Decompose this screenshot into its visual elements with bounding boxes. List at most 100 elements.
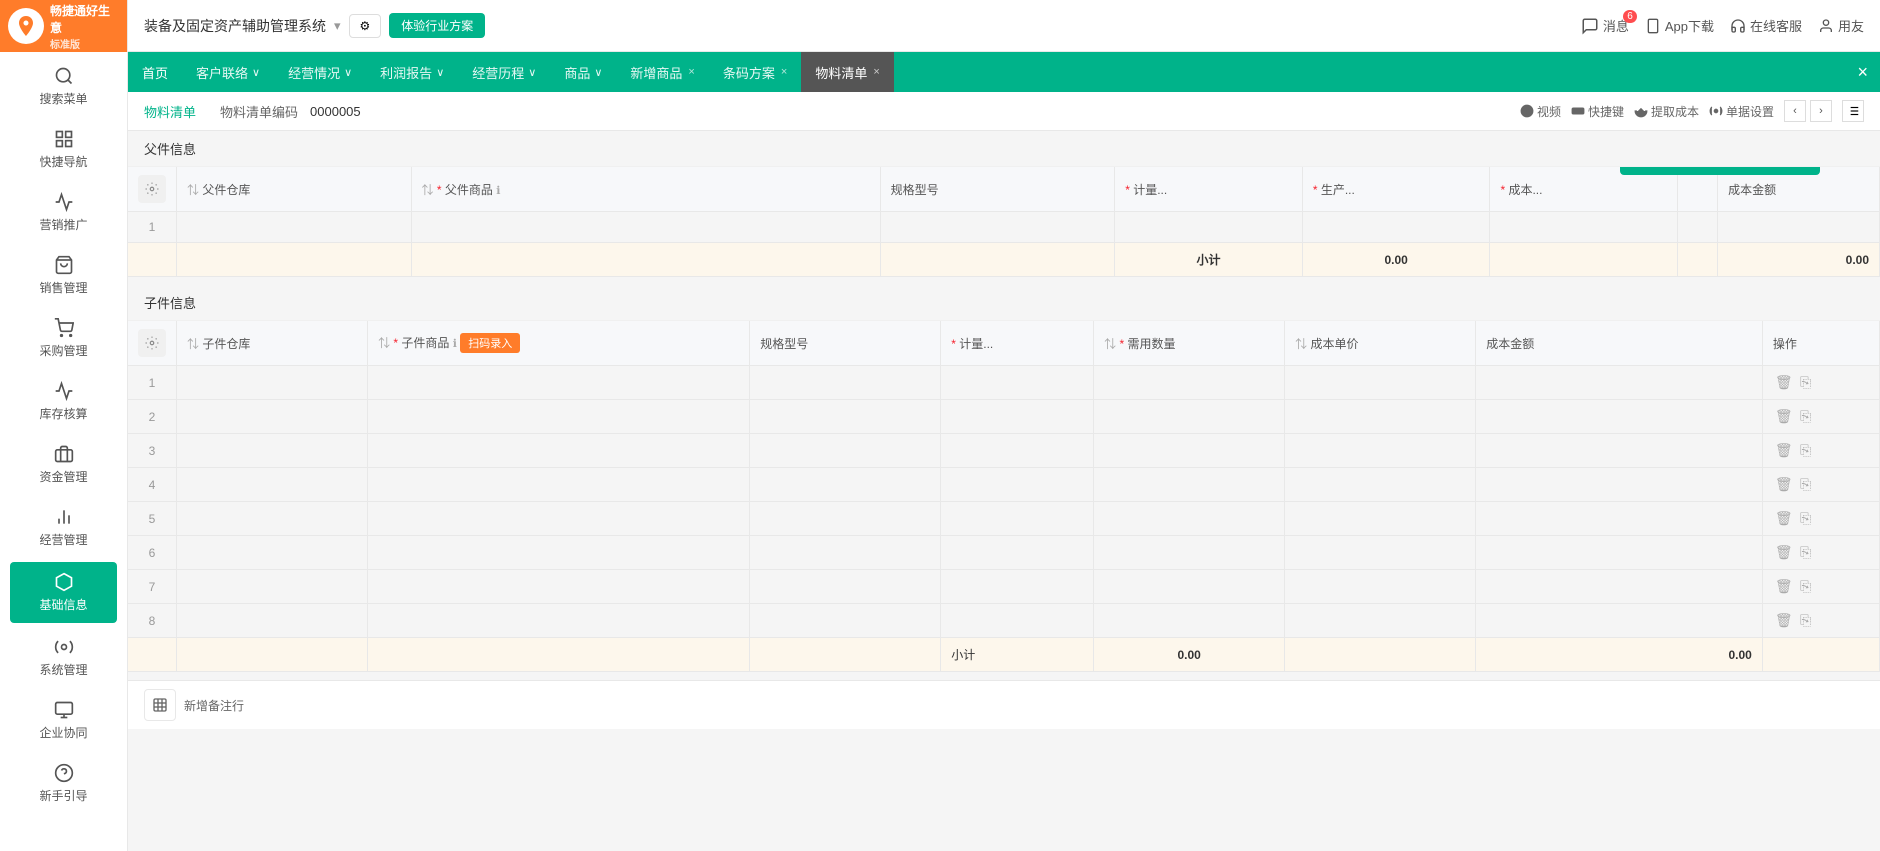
parent-col-settings-btn[interactable] [138,175,166,203]
messages-btn[interactable]: 消息 6 [1581,16,1629,35]
child-row-2-warehouse[interactable] [177,400,368,434]
copy-icon-7[interactable]: ⎘ [1800,578,1811,594]
child-col-qty: ⇅ * 需用数量 [1094,321,1285,366]
delete-icon-5[interactable]: 🗑 [1775,510,1793,526]
child-row-1-spec[interactable] [750,366,941,400]
child-row-2-unit[interactable] [941,400,1094,434]
tab-operations[interactable]: 经营情况 ∨ [274,52,366,92]
delete-icon-1[interactable]: 🗑 [1775,374,1793,390]
sidebar-purchase-label: 采购管理 [39,342,87,359]
tab-barcode[interactable]: 条码方案 × [709,52,801,92]
parent-section-title: 父件信息 [144,142,196,157]
next-btn[interactable]: › [1810,100,1832,122]
parent-subtotal-unit-total: 0.00 [1302,243,1490,277]
delete-icon-6[interactable]: 🗑 [1775,544,1793,560]
sidebar-item-inventory[interactable]: 库存核算 [4,371,123,432]
tab-customer[interactable]: 客户联络 ∨ [182,52,274,92]
sidebar-item-sales[interactable]: 销售管理 [4,245,123,306]
child-row-2-qty[interactable] [1094,400,1285,434]
sidebar-item-marketing[interactable]: 营销推广 [4,182,123,243]
parent-table: ⇅ 父件仓库 ⇅ * 父件商品 ℹ 规格型号 * [128,167,1880,277]
tab-new-goods[interactable]: 新增商品 × [616,52,708,92]
parent-table-row: 1 [128,212,1880,243]
trial-btn[interactable]: 体验行业方案 [389,13,485,38]
chevron-icon: ∨ [252,66,260,79]
child-row-3-goods[interactable] [368,434,750,468]
child-row-3-unit-cost[interactable] [1285,434,1476,468]
sidebar-finance-label: 资金管理 [39,468,87,485]
copy-icon-2[interactable]: ⎘ [1800,408,1811,424]
delete-icon-2[interactable]: 🗑 [1775,408,1793,424]
tab-bom[interactable]: 物料清单 × [801,52,893,92]
child-row-2-goods[interactable] [368,400,750,434]
copy-icon-4[interactable]: ⎘ [1800,476,1811,492]
close-bom-icon[interactable]: × [873,66,879,78]
scan-btn[interactable]: 扫码录入 [460,333,520,353]
parent-unit-cell[interactable] [1115,212,1303,243]
parent-subtotal-row: 小计 0.00 0.00 [128,243,1880,277]
child-row-1-unit[interactable] [941,366,1094,400]
delete-icon-3[interactable]: 🗑 [1775,442,1793,458]
tab-profit[interactable]: 利润报告 ∨ [366,52,458,92]
sidebar-item-system[interactable]: 系统管理 [4,627,123,688]
child-row-3-unit[interactable] [941,434,1094,468]
nav-close-all[interactable]: × [1845,62,1880,83]
child-row-3-qty[interactable] [1094,434,1285,468]
extract-cost-btn[interactable]: 提取成本 [1634,103,1699,120]
child-row-2-spec[interactable] [750,400,941,434]
parent-warehouse-cell[interactable] [177,212,412,243]
online-service-btn[interactable]: 在线客服 [1730,16,1802,35]
copy-icon-3[interactable]: ⎘ [1800,442,1811,458]
copy-icon-1[interactable]: ⎘ [1800,374,1811,390]
delete-icon-8[interactable]: 🗑 [1775,612,1793,628]
sidebar-item-enterprise[interactable]: 企业协同 [4,690,123,751]
info-icon: ℹ [496,185,500,197]
breadcrumb: 物料清单 物料清单编码 0000005 [144,102,361,121]
parent-spec-cell[interactable] [880,212,1115,243]
child-row-2-unit-cost[interactable] [1285,400,1476,434]
add-row-btn[interactable] [144,689,176,721]
close-barcode-icon[interactable]: × [781,66,787,78]
parent-goods-cell[interactable] [411,212,880,243]
sidebar-item-guide[interactable]: 新手引导 [4,753,123,814]
child-row-3-num: 3 [128,434,177,468]
chevron-down-icon[interactable]: ▾ [334,18,341,34]
child-row-3-warehouse[interactable] [177,434,368,468]
copy-icon-6[interactable]: ⎘ [1800,544,1811,560]
child-row-1-goods[interactable] [368,366,750,400]
sidebar-item-purchase[interactable]: 采购管理 [4,308,123,369]
child-col-warehouse: ⇅ 子件仓库 [177,321,368,366]
child-col-settings-btn[interactable] [138,329,166,357]
sidebar-item-finance[interactable]: 资金管理 [4,434,123,495]
parent-empty-cell [1678,212,1718,243]
tab-history[interactable]: 经营历程 ∨ [458,52,550,92]
video-btn[interactable]: 视频 [1520,103,1561,120]
child-row-1-qty[interactable] [1094,366,1285,400]
shortcuts-btn[interactable]: 快捷键 [1571,103,1624,120]
delete-icon-7[interactable]: 🗑 [1775,578,1793,594]
copy-icon-5[interactable]: ⎘ [1800,510,1811,526]
close-new-goods-icon[interactable]: × [688,66,694,78]
sidebar-item-search[interactable]: 搜索菜单 [4,56,123,117]
copy-icon-8[interactable]: ⎘ [1800,612,1811,628]
single-settings-btn[interactable]: 单据设置 [1709,103,1774,120]
parent-amount-cell [1718,212,1880,243]
child-row-1-unit-cost[interactable] [1285,366,1476,400]
tab-home[interactable]: 首页 [128,52,182,92]
child-row-3-spec[interactable] [750,434,941,468]
settings-btn[interactable]: ⚙ [349,14,382,38]
app-download-btn[interactable]: App下载 [1645,16,1714,35]
user-menu-btn[interactable]: 用友 [1818,16,1864,35]
child-table: ⇅ 子件仓库 ⇅ * 子件商品 ℹ 扫码录入 规格型号 [128,321,1880,672]
delete-icon-4[interactable]: 🗑 [1775,476,1793,492]
sidebar-item-basic[interactable]: 基础信息 [10,562,117,623]
chevron-icon-5: ∨ [594,66,602,79]
tab-goods[interactable]: 商品 ∨ [550,52,616,92]
sidebar-item-operations[interactable]: 经营管理 [4,497,123,558]
list-view-btn[interactable] [1842,100,1864,122]
parent-production-cell[interactable] [1302,212,1490,243]
sidebar-item-quicknav[interactable]: 快捷导航 [4,119,123,180]
prev-btn[interactable]: ‹ [1784,100,1806,122]
parent-cost-cell[interactable] [1490,212,1678,243]
child-row-1-warehouse[interactable] [177,366,368,400]
